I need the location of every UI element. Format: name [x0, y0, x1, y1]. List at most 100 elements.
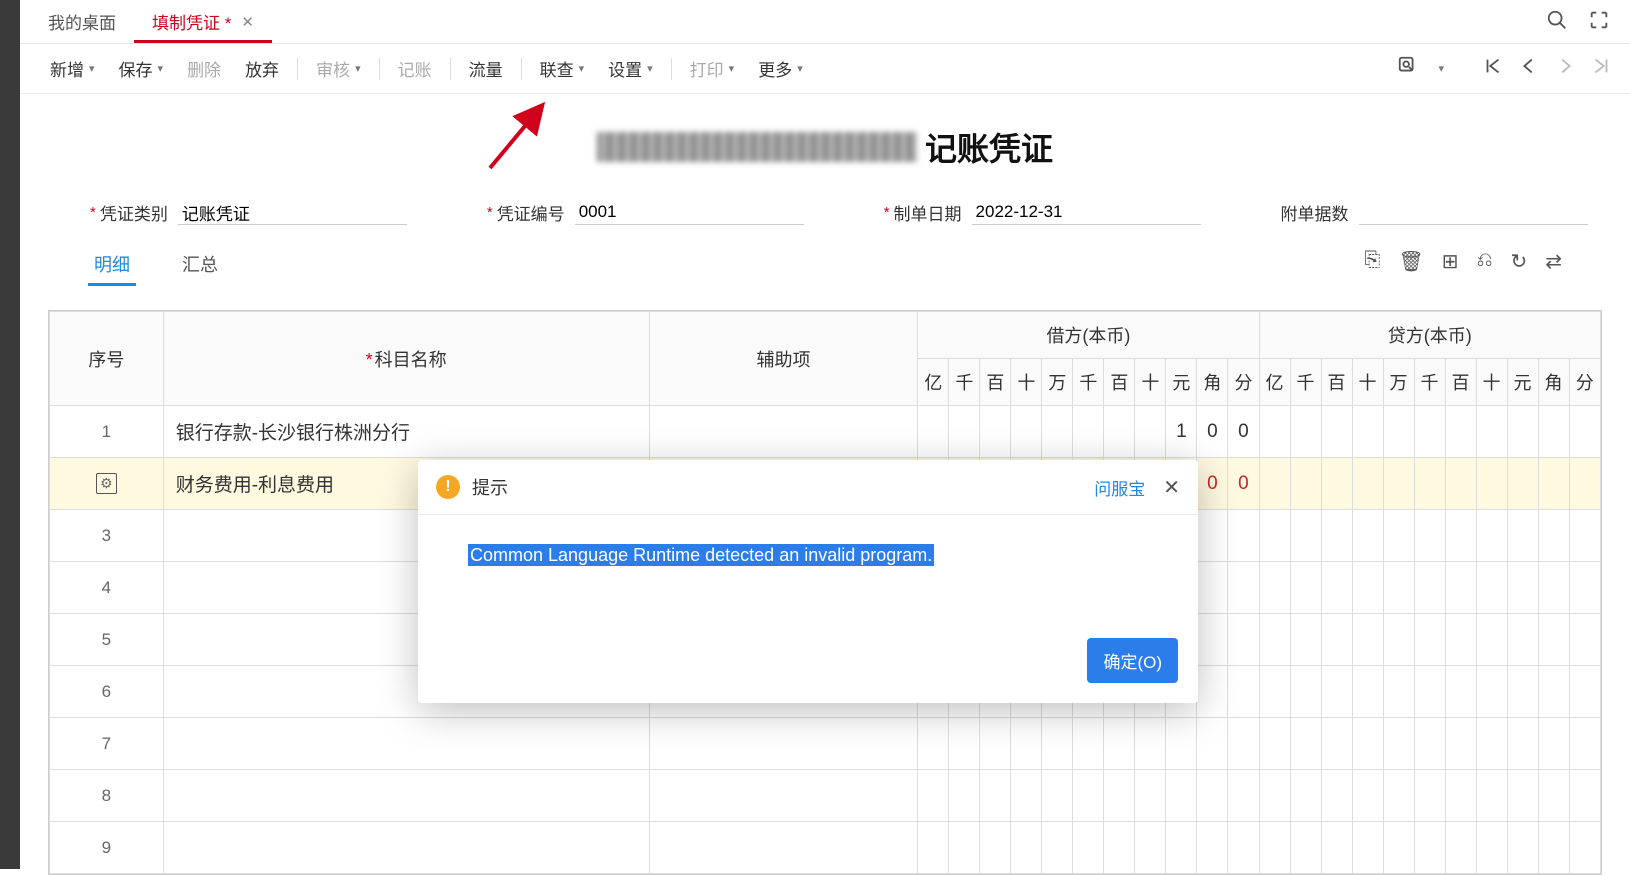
debit-digit[interactable]: 0	[1228, 458, 1259, 510]
credit-digit[interactable]	[1476, 770, 1507, 822]
debit-digit[interactable]	[1073, 406, 1104, 458]
debit-digit[interactable]	[980, 770, 1011, 822]
debit-digit[interactable]: 0	[1228, 406, 1259, 458]
credit-digit[interactable]	[1259, 458, 1290, 510]
credit-digit[interactable]	[1321, 822, 1352, 874]
table-row[interactable]: 8	[50, 770, 1601, 822]
search-icon[interactable]	[1546, 9, 1568, 35]
credit-digit[interactable]	[1383, 718, 1414, 770]
tool-icon-5[interactable]: ↻	[1510, 249, 1527, 274]
credit-digit[interactable]	[1445, 406, 1476, 458]
credit-digit[interactable]	[1383, 510, 1414, 562]
debit-digit[interactable]	[980, 406, 1011, 458]
credit-digit[interactable]	[1445, 718, 1476, 770]
subject-cell[interactable]	[163, 822, 649, 874]
settings-button[interactable]: 设置▾	[596, 44, 665, 93]
debit-digit[interactable]	[1197, 562, 1228, 614]
debit-digit[interactable]	[1197, 614, 1228, 666]
credit-digit[interactable]	[1445, 666, 1476, 718]
credit-digit[interactable]	[1414, 406, 1445, 458]
debit-digit[interactable]	[949, 718, 980, 770]
credit-digit[interactable]	[1569, 562, 1600, 614]
subject-cell[interactable]	[163, 718, 649, 770]
debit-digit[interactable]	[1104, 770, 1135, 822]
credit-digit[interactable]	[1352, 614, 1383, 666]
credit-digit[interactable]	[1476, 614, 1507, 666]
credit-digit[interactable]	[1321, 562, 1352, 614]
credit-digit[interactable]	[1507, 770, 1538, 822]
credit-digit[interactable]	[1569, 822, 1600, 874]
credit-digit[interactable]	[1383, 666, 1414, 718]
debit-digit[interactable]: 0	[1197, 406, 1228, 458]
credit-digit[interactable]	[1259, 562, 1290, 614]
credit-digit[interactable]	[1352, 510, 1383, 562]
credit-digit[interactable]	[1507, 666, 1538, 718]
abandon-button[interactable]: 放弃	[233, 44, 291, 93]
credit-digit[interactable]	[1538, 718, 1569, 770]
tool-icon-1[interactable]: ⎘	[1364, 249, 1380, 274]
type-input[interactable]	[178, 200, 407, 225]
credit-digit[interactable]	[1445, 614, 1476, 666]
debit-digit[interactable]	[1228, 510, 1259, 562]
credit-digit[interactable]	[1352, 666, 1383, 718]
attach-input[interactable]	[1359, 200, 1588, 225]
credit-digit[interactable]	[1476, 718, 1507, 770]
credit-digit[interactable]	[1352, 718, 1383, 770]
credit-digit[interactable]	[1569, 770, 1600, 822]
credit-digit[interactable]	[1321, 458, 1352, 510]
debit-digit[interactable]	[1197, 718, 1228, 770]
debit-digit[interactable]	[949, 406, 980, 458]
debit-digit[interactable]	[1073, 718, 1104, 770]
credit-digit[interactable]	[1476, 822, 1507, 874]
credit-digit[interactable]	[1538, 406, 1569, 458]
expand-icon[interactable]	[1588, 9, 1610, 35]
print-button[interactable]: 打印▾	[678, 44, 747, 93]
debit-digit[interactable]	[1228, 770, 1259, 822]
credit-digit[interactable]	[1507, 718, 1538, 770]
credit-digit[interactable]	[1569, 666, 1600, 718]
credit-digit[interactable]	[1538, 822, 1569, 874]
credit-digit[interactable]	[1321, 718, 1352, 770]
credit-digit[interactable]	[1290, 718, 1321, 770]
debit-digit[interactable]	[1042, 770, 1073, 822]
aux-cell[interactable]	[649, 406, 918, 458]
debit-digit[interactable]	[1166, 770, 1197, 822]
credit-digit[interactable]	[1290, 822, 1321, 874]
debit-digit[interactable]	[1197, 666, 1228, 718]
credit-digit[interactable]	[1414, 614, 1445, 666]
table-row[interactable]: 1银行存款-长沙银行株洲分行100	[50, 406, 1601, 458]
add-button[interactable]: 新增▾	[38, 44, 107, 93]
debit-digit[interactable]	[980, 822, 1011, 874]
debit-digit[interactable]	[1166, 822, 1197, 874]
num-input[interactable]	[575, 200, 804, 225]
credit-digit[interactable]	[1290, 666, 1321, 718]
credit-digit[interactable]	[1383, 406, 1414, 458]
debit-digit[interactable]	[1197, 510, 1228, 562]
debit-digit[interactable]	[1042, 406, 1073, 458]
debit-digit[interactable]	[1135, 822, 1166, 874]
credit-digit[interactable]	[1569, 510, 1600, 562]
credit-digit[interactable]	[1569, 406, 1600, 458]
inspect-icon[interactable]	[1397, 55, 1419, 82]
ask-link[interactable]: 问服宝	[1094, 475, 1145, 500]
debit-digit[interactable]	[1104, 822, 1135, 874]
linkquery-button[interactable]: 联查▾	[528, 44, 597, 93]
debit-digit[interactable]	[918, 718, 949, 770]
tab-voucher[interactable]: 填制凭证 * ✕	[134, 0, 272, 43]
credit-digit[interactable]	[1383, 614, 1414, 666]
debit-digit[interactable]: 1	[1166, 406, 1197, 458]
ok-button[interactable]: 确定(O)	[1087, 638, 1178, 683]
dialog-close-icon[interactable]: ✕	[1163, 475, 1180, 500]
credit-digit[interactable]	[1290, 770, 1321, 822]
credit-digit[interactable]	[1259, 666, 1290, 718]
credit-digit[interactable]	[1414, 770, 1445, 822]
credit-digit[interactable]	[1538, 562, 1569, 614]
credit-digit[interactable]	[1259, 718, 1290, 770]
table-row[interactable]: 9	[50, 822, 1601, 874]
close-icon[interactable]: ✕	[241, 13, 254, 31]
credit-digit[interactable]	[1569, 614, 1600, 666]
last-icon[interactable]	[1590, 55, 1612, 82]
credit-digit[interactable]	[1383, 770, 1414, 822]
credit-digit[interactable]	[1507, 510, 1538, 562]
credit-digit[interactable]	[1352, 562, 1383, 614]
